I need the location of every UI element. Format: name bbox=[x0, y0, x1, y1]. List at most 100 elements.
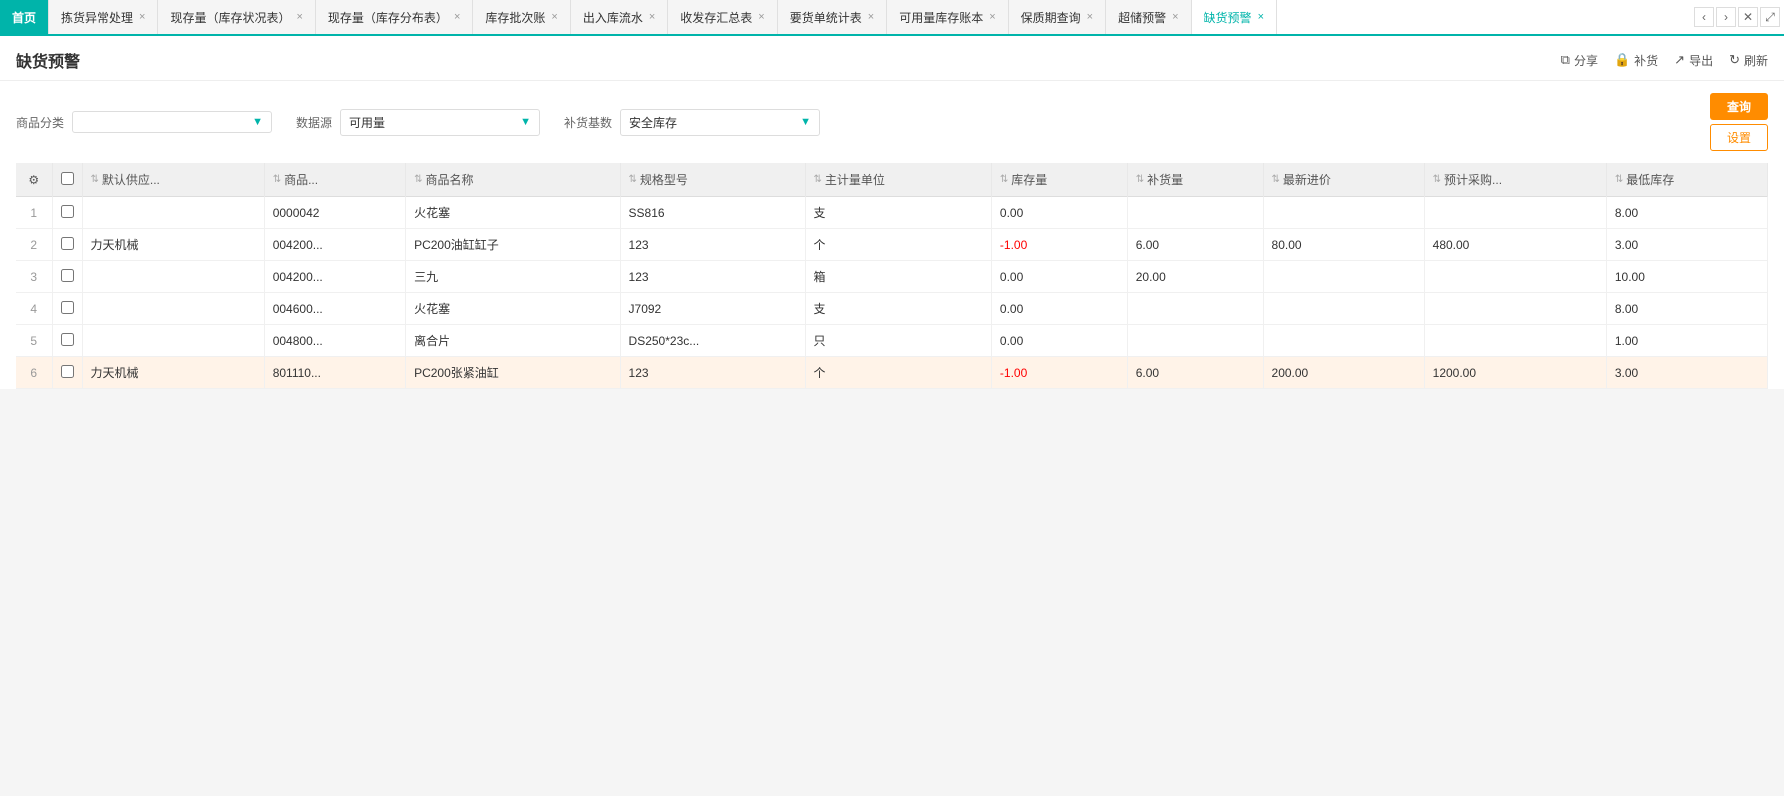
row-checkbox-cell[interactable] bbox=[52, 325, 82, 357]
filter-category-group: 商品分类 ▼ bbox=[16, 111, 272, 133]
cell-stock: 0.00 bbox=[991, 293, 1127, 325]
replenish-icon: 🔒 bbox=[1614, 52, 1630, 68]
settings-button[interactable]: 设置 bbox=[1710, 124, 1768, 151]
row-checkbox-cell[interactable] bbox=[52, 293, 82, 325]
close-icon[interactable]: × bbox=[758, 11, 764, 23]
close-icon[interactable]: × bbox=[868, 11, 874, 23]
nav-expand-button[interactable]: ⤢ bbox=[1760, 7, 1780, 27]
cell-product-code: 004800... bbox=[264, 325, 405, 357]
tab-home[interactable]: 首页 bbox=[0, 0, 49, 35]
sort-icon: ⇅ bbox=[273, 174, 281, 185]
cell-product-name: 火花塞 bbox=[406, 197, 620, 229]
close-icon[interactable]: × bbox=[454, 11, 460, 23]
tab-available-ledger[interactable]: 可用量库存账本 × bbox=[887, 0, 1008, 35]
row-checkbox-cell[interactable] bbox=[52, 197, 82, 229]
close-icon[interactable]: × bbox=[551, 11, 557, 23]
tab-shortage-warning[interactable]: 缺货预警 × bbox=[1192, 0, 1277, 36]
row-checkbox[interactable] bbox=[61, 365, 74, 378]
cell-min-stock: 8.00 bbox=[1606, 293, 1767, 325]
close-icon[interactable]: × bbox=[989, 11, 995, 23]
tab-receive-send-summary[interactable]: 收发存汇总表 × bbox=[668, 0, 777, 35]
row-checkbox-cell[interactable] bbox=[52, 357, 82, 389]
row-checkbox-cell[interactable] bbox=[52, 229, 82, 261]
tab-expiry-query[interactable]: 保质期查询 × bbox=[1009, 0, 1106, 35]
row-number: 1 bbox=[16, 197, 52, 229]
cell-estimated-purchase: 480.00 bbox=[1424, 229, 1606, 261]
sort-icon: ⇅ bbox=[629, 174, 637, 185]
export-action[interactable]: ↗ 导出 bbox=[1674, 52, 1713, 69]
cell-unit: 只 bbox=[805, 325, 991, 357]
cell-default-supplier bbox=[82, 293, 264, 325]
table-header-row: ⚙ ⇅默认供应... ⇅商品... ⇅商品名称 ⇅规格型号 bbox=[16, 163, 1768, 197]
close-icon[interactable]: × bbox=[1087, 11, 1093, 23]
cell-product-code: 004600... bbox=[264, 293, 405, 325]
table-container: ⚙ ⇅默认供应... ⇅商品... ⇅商品名称 ⇅规格型号 bbox=[0, 163, 1784, 389]
column-default-supplier: ⇅默认供应... bbox=[82, 163, 264, 197]
query-button[interactable]: 查询 bbox=[1710, 93, 1768, 120]
replenish-base-select[interactable]: 安全库存 ▼ bbox=[620, 109, 820, 136]
replenish-base-label: 补货基数 bbox=[564, 114, 612, 131]
cell-latest-price bbox=[1263, 325, 1424, 357]
cell-spec: 123 bbox=[620, 261, 805, 293]
shortage-table: ⚙ ⇅默认供应... ⇅商品... ⇅商品名称 ⇅规格型号 bbox=[16, 163, 1768, 389]
refresh-action[interactable]: ↻ 刷新 bbox=[1729, 52, 1768, 69]
header-actions: ⧉ 分享 🔒 补货 ↗ 导出 ↻ 刷新 bbox=[1561, 52, 1768, 69]
filter-replenish-base-group: 补货基数 安全库存 ▼ bbox=[564, 109, 820, 136]
close-icon[interactable]: × bbox=[1172, 11, 1178, 23]
column-settings[interactable]: ⚙ bbox=[16, 163, 52, 197]
cell-default-supplier: 力天机械 bbox=[82, 357, 264, 389]
gear-icon[interactable]: ⚙ bbox=[28, 173, 39, 187]
tab-overstock-warning[interactable]: 超储预警 × bbox=[1106, 0, 1191, 35]
column-checkbox[interactable] bbox=[52, 163, 82, 197]
row-number: 4 bbox=[16, 293, 52, 325]
category-select[interactable]: ▼ bbox=[72, 111, 272, 133]
column-spec: ⇅规格型号 bbox=[620, 163, 805, 197]
table-row: 1 0000042 火花塞 SS816 支 0.00 8.00 bbox=[16, 197, 1768, 229]
close-icon[interactable]: × bbox=[139, 11, 145, 23]
cell-stock: 0.00 bbox=[991, 197, 1127, 229]
close-icon[interactable]: × bbox=[296, 11, 302, 23]
tab-order-stats[interactable]: 要货单统计表 × bbox=[778, 0, 887, 35]
column-product-name: ⇅商品名称 bbox=[406, 163, 620, 197]
row-checkbox[interactable] bbox=[61, 333, 74, 346]
row-checkbox[interactable] bbox=[61, 301, 74, 314]
share-action[interactable]: ⧉ 分享 bbox=[1561, 52, 1598, 69]
tab-inout-flow[interactable]: 出入库流水 × bbox=[571, 0, 668, 35]
nav-prev-button[interactable]: ‹ bbox=[1694, 7, 1714, 27]
cell-product-name: 离合片 bbox=[406, 325, 620, 357]
close-icon[interactable]: × bbox=[649, 11, 655, 23]
cell-product-name: PC200油缸缸子 bbox=[406, 229, 620, 261]
row-checkbox[interactable] bbox=[61, 237, 74, 250]
cell-estimated-purchase bbox=[1424, 261, 1606, 293]
select-all-checkbox[interactable] bbox=[61, 172, 74, 185]
nav-close-button[interactable]: ✕ bbox=[1738, 7, 1758, 27]
cell-stock: 0.00 bbox=[991, 261, 1127, 293]
cell-default-supplier bbox=[82, 325, 264, 357]
cell-product-code: 004200... bbox=[264, 229, 405, 261]
nav-next-button[interactable]: › bbox=[1716, 7, 1736, 27]
replenish-action[interactable]: 🔒 补货 bbox=[1614, 52, 1658, 69]
row-checkbox-cell[interactable] bbox=[52, 261, 82, 293]
replenish-base-select-value: 安全库存 bbox=[629, 114, 792, 131]
row-checkbox[interactable] bbox=[61, 205, 74, 218]
tab-inventory-distribution[interactable]: 现存量（库存分布表） × bbox=[316, 0, 473, 35]
cell-spec: 123 bbox=[620, 229, 805, 261]
cell-min-stock: 8.00 bbox=[1606, 197, 1767, 229]
sort-icon: ⇅ bbox=[91, 174, 99, 185]
table-row: 3 004200... 三九 123 箱 0.00 20.00 10.00 bbox=[16, 261, 1768, 293]
sort-icon: ⇅ bbox=[414, 174, 422, 185]
table-row: 6 力天机械 801110... PC200张紧油缸 123 个 -1.00 6… bbox=[16, 357, 1768, 389]
tab-inventory-batch[interactable]: 库存批次账 × bbox=[473, 0, 570, 35]
cell-min-stock: 3.00 bbox=[1606, 357, 1767, 389]
row-number: 2 bbox=[16, 229, 52, 261]
datasource-select[interactable]: 可用量 ▼ bbox=[340, 109, 540, 136]
cell-estimated-purchase: 1200.00 bbox=[1424, 357, 1606, 389]
column-unit: ⇅主计量单位 bbox=[805, 163, 991, 197]
column-product-code: ⇅商品... bbox=[264, 163, 405, 197]
cell-stock: -1.00 bbox=[991, 357, 1127, 389]
tab-picking-exception[interactable]: 拣货异常处理 × bbox=[49, 0, 158, 35]
tab-inventory-status[interactable]: 现存量（库存状况表） × bbox=[158, 0, 315, 35]
table-row: 2 力天机械 004200... PC200油缸缸子 123 个 -1.00 6… bbox=[16, 229, 1768, 261]
row-checkbox[interactable] bbox=[61, 269, 74, 282]
close-icon[interactable]: × bbox=[1258, 11, 1264, 23]
